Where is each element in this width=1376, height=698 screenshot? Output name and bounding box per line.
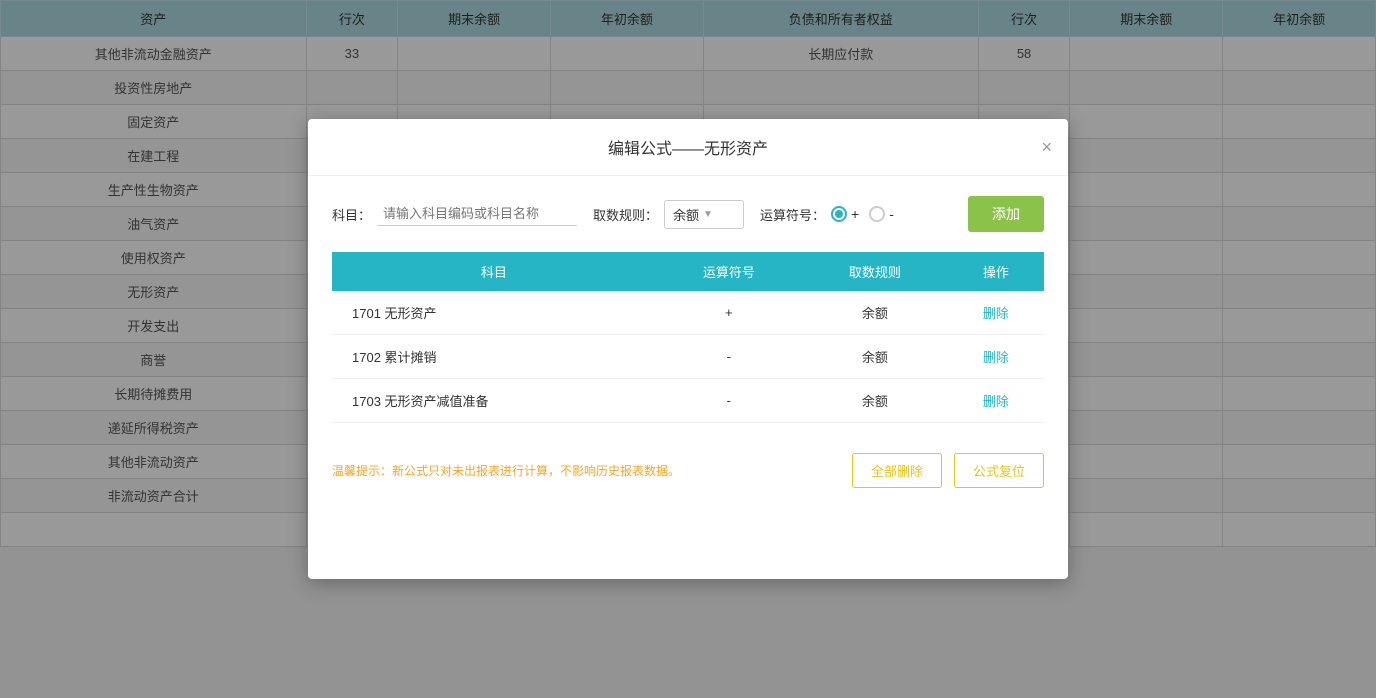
operator-cell: - xyxy=(656,379,802,423)
radio-plus-label: + xyxy=(851,206,859,222)
delete-all-button[interactable]: 全部删除 xyxy=(852,453,942,488)
action-cell: 删除 xyxy=(948,379,1044,423)
subject-cell: 1702 累计摊销 xyxy=(332,335,656,379)
table-row: 1701 无形资产+余额 删除 xyxy=(332,291,1044,335)
operator-cell: - xyxy=(656,335,802,379)
delete-link[interactable]: 删除 xyxy=(983,394,1009,409)
reset-formula-button[interactable]: 公式复位 xyxy=(954,453,1044,488)
subject-cell: 1701 无形资产 xyxy=(332,291,656,335)
rule-cell: 余额 xyxy=(802,291,948,335)
rule-select-value: 余额 xyxy=(673,205,699,224)
action-cell: 删除 xyxy=(948,335,1044,379)
modal-header: 编辑公式——无形资产 × xyxy=(308,119,1068,176)
operator-cell: + xyxy=(656,291,802,335)
action-cell: 删除 xyxy=(948,291,1044,335)
modal-footer: 温馨提示：新公式只对未出报表进行计算，不影响历史报表数据。 全部删除 公式复位 xyxy=(308,433,1068,488)
radio-group: + - xyxy=(831,206,894,222)
dropdown-arrow-icon: ▼ xyxy=(703,209,713,220)
inner-col-header: 取数规则 xyxy=(802,252,948,291)
table-header-row: 科目运算符号取数规则操作 xyxy=(332,252,1044,291)
add-button[interactable]: 添加 xyxy=(968,196,1044,232)
subject-label: 科目： xyxy=(332,205,371,224)
operator-group: 运算符号： + - xyxy=(760,205,894,224)
rule-select[interactable]: 余额 ▼ xyxy=(664,200,744,229)
form-row: 科目： 取数规则： 余额 ▼ 运算符号： + xyxy=(308,176,1068,252)
table-body: 1701 无形资产+余额删除1702 累计摊销-余额删除1703 无形资产减值准… xyxy=(332,291,1044,423)
radio-minus-circle xyxy=(869,206,885,222)
operator-label: 运算符号： xyxy=(760,205,825,224)
modal-overlay: 编辑公式——无形资产 × 科目： 取数规则： 余额 ▼ 运算符号： xyxy=(0,0,1376,698)
rule-cell: 余额 xyxy=(802,335,948,379)
inner-col-header: 运算符号 xyxy=(656,252,802,291)
modal-dialog: 编辑公式——无形资产 × 科目： 取数规则： 余额 ▼ 运算符号： xyxy=(308,119,1068,579)
rule-label: 取数规则： xyxy=(593,205,658,224)
formula-table: 科目运算符号取数规则操作 1701 无形资产+余额删除1702 累计摊销-余额删… xyxy=(332,252,1044,423)
inner-table-container: 科目运算符号取数规则操作 1701 无形资产+余额删除1702 累计摊销-余额删… xyxy=(332,252,1044,423)
radio-plus[interactable]: + xyxy=(831,206,859,222)
inner-col-header: 科目 xyxy=(332,252,656,291)
radio-minus-label: - xyxy=(889,206,894,222)
subject-input[interactable] xyxy=(377,202,577,226)
delete-link[interactable]: 删除 xyxy=(983,350,1009,365)
footer-tip: 温馨提示：新公式只对未出报表进行计算，不影响历史报表数据。 xyxy=(332,462,680,479)
rule-cell: 余额 xyxy=(802,379,948,423)
delete-link[interactable]: 删除 xyxy=(983,306,1009,321)
table-row: 1703 无形资产减值准备-余额 删除 xyxy=(332,379,1044,423)
close-button[interactable]: × xyxy=(1041,138,1052,156)
subject-group: 科目： xyxy=(332,202,577,226)
modal-title: 编辑公式——无形资产 xyxy=(608,141,768,158)
subject-cell: 1703 无形资产减值准备 xyxy=(332,379,656,423)
page-container: 资产行次期末余额年初余额负债和所有者权益行次期末余额年初余额 其他非流动金融资产… xyxy=(0,0,1376,698)
footer-buttons: 全部删除 公式复位 xyxy=(852,453,1044,488)
rule-group: 取数规则： 余额 ▼ xyxy=(593,200,744,229)
radio-minus[interactable]: - xyxy=(869,206,894,222)
inner-col-header: 操作 xyxy=(948,252,1044,291)
table-row: 1702 累计摊销-余额 删除 xyxy=(332,335,1044,379)
radio-plus-circle xyxy=(831,206,847,222)
